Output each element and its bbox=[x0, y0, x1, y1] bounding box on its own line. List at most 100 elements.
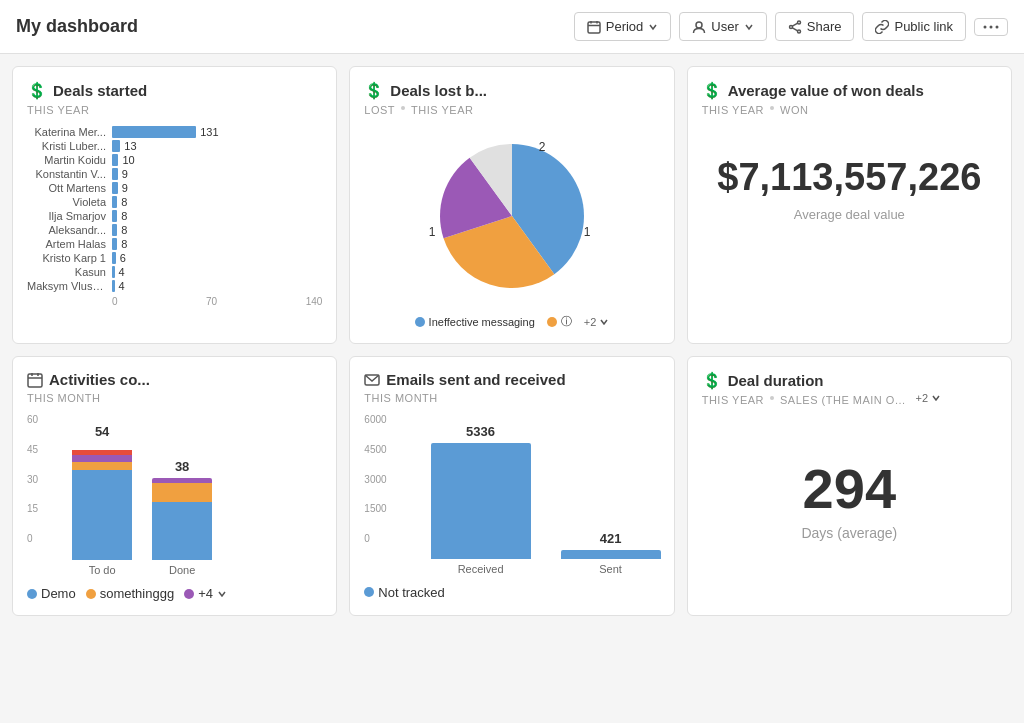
bar-label: Ott Martens bbox=[27, 182, 112, 194]
deal-duration-card: 💲 Deal duration THIS YEAR SALES (THE MAI… bbox=[687, 356, 1012, 616]
y-axis-label: 30 bbox=[27, 474, 38, 485]
bar bbox=[112, 168, 118, 180]
svg-point-12 bbox=[996, 25, 999, 28]
bar-value: 131 bbox=[200, 126, 218, 138]
bar-label: Ilja Smarjov bbox=[27, 210, 112, 222]
bar-row: Konstantin V...9 bbox=[27, 168, 322, 180]
svg-line-8 bbox=[792, 23, 797, 26]
bar-row: Ott Martens9 bbox=[27, 182, 322, 194]
stacked-bar bbox=[72, 443, 132, 560]
email-bar-value: 421 bbox=[600, 531, 622, 546]
y-axis-label: 0 bbox=[364, 533, 386, 544]
more-legend-button[interactable]: +2 bbox=[584, 314, 610, 329]
bar-value: 8 bbox=[121, 210, 127, 222]
bar-container: 10 bbox=[112, 154, 322, 166]
subtitle-dot3 bbox=[770, 396, 774, 400]
average-value-card: 💲 Average value of won deals THIS YEAR W… bbox=[687, 66, 1012, 344]
svg-point-6 bbox=[797, 30, 800, 33]
calendar-icon bbox=[587, 20, 601, 34]
legend-dot bbox=[86, 589, 96, 599]
bar-label: Maksym Vlushkin bbox=[27, 280, 112, 292]
stacked-bar-group: 38 Done bbox=[152, 459, 212, 576]
dollar-icon: 💲 bbox=[27, 81, 47, 100]
bar-value: 4 bbox=[119, 280, 125, 292]
public-link-label: Public link bbox=[894, 19, 953, 34]
y-axis-label: 15 bbox=[27, 503, 38, 514]
average-value-title: 💲 Average value of won deals bbox=[702, 81, 997, 100]
period-button[interactable]: Period bbox=[574, 12, 672, 41]
stacked-label: Done bbox=[169, 564, 195, 576]
deal-duration-more-button[interactable]: +2 bbox=[916, 392, 942, 404]
activities-title: Activities co... bbox=[27, 371, 322, 388]
bar-container: 4 bbox=[112, 266, 322, 278]
legend-dot-orange bbox=[547, 317, 557, 327]
legend-item: Demo bbox=[27, 586, 76, 601]
email-bar-group: 5336 Received bbox=[431, 424, 531, 575]
share-button[interactable]: Share bbox=[775, 12, 855, 41]
legend-label-orange: ⓘ bbox=[561, 314, 572, 329]
legend-label: Demo bbox=[41, 586, 76, 601]
stacked-bar bbox=[152, 478, 212, 560]
legend-label: Not tracked bbox=[378, 585, 444, 600]
svg-line-9 bbox=[792, 27, 797, 30]
activities-bars: 54To do38Done bbox=[42, 424, 212, 576]
pie-label: 1 bbox=[429, 225, 436, 239]
period-label: Period bbox=[606, 19, 644, 34]
bar bbox=[112, 154, 118, 166]
bar bbox=[112, 280, 115, 292]
legend-dot bbox=[27, 589, 37, 599]
bar-row: Kristo Karp 16 bbox=[27, 252, 322, 264]
link-icon bbox=[875, 20, 889, 34]
dashboard-grid: 💲 Deals started THIS YEAR Katerina Mer..… bbox=[0, 54, 1024, 628]
legend-dot-blue bbox=[415, 317, 425, 327]
bar-value: 8 bbox=[121, 196, 127, 208]
legend-item[interactable]: +4 bbox=[184, 586, 227, 601]
bar-container: 131 bbox=[112, 126, 322, 138]
bar-value: 8 bbox=[121, 224, 127, 236]
subtitle-dot2 bbox=[770, 106, 774, 110]
bar-label: Katerina Mer... bbox=[27, 126, 112, 138]
user-button[interactable]: User bbox=[679, 12, 766, 41]
header-actions: Period User Share bbox=[574, 12, 1008, 41]
bar-container: 8 bbox=[112, 196, 322, 208]
bar-container: 9 bbox=[112, 168, 322, 180]
bar-value: 4 bbox=[119, 266, 125, 278]
dollar-icon3: 💲 bbox=[702, 81, 722, 100]
bar-row: Maksym Vlushkin 4 bbox=[27, 280, 322, 292]
legend-label: +4 bbox=[198, 586, 213, 601]
stacked-segment bbox=[72, 455, 132, 462]
bar-container: 13 bbox=[112, 140, 322, 152]
deals-lost-subtitle-row: LOST THIS YEAR bbox=[364, 100, 659, 116]
bar bbox=[112, 238, 117, 250]
public-link-button[interactable]: Public link bbox=[862, 12, 966, 41]
email-bar-label: Received bbox=[458, 563, 504, 575]
bar-container: 6 bbox=[112, 252, 322, 264]
stacked-segment bbox=[152, 483, 212, 502]
bar-label: Violeta bbox=[27, 196, 112, 208]
svg-point-4 bbox=[696, 22, 702, 28]
emails-chart: 01500300045006000 5336 Received 421Sent bbox=[364, 414, 659, 575]
bar-row: Aleksandr... 8 bbox=[27, 224, 322, 236]
bar-label: Kristi Luber... bbox=[27, 140, 112, 152]
more-options-button[interactable] bbox=[974, 18, 1008, 36]
deal-duration-label: Days (average) bbox=[702, 525, 997, 541]
legend-item: somethinggg bbox=[86, 586, 174, 601]
legend-item-blue: Ineffective messaging bbox=[415, 314, 535, 329]
y-axis-label: 0 bbox=[27, 533, 38, 544]
dollar-icon2: 💲 bbox=[364, 81, 384, 100]
email-bar-group: 421Sent bbox=[561, 531, 661, 575]
average-deal-value: $7,113,557,226 bbox=[702, 156, 997, 199]
bar bbox=[112, 126, 196, 138]
stacked-value: 38 bbox=[175, 459, 189, 474]
email-bar-value: 5336 bbox=[466, 424, 495, 439]
pie-chart: 211 bbox=[422, 126, 602, 306]
svg-point-7 bbox=[789, 25, 792, 28]
bar bbox=[112, 252, 116, 264]
svg-point-11 bbox=[990, 25, 993, 28]
bar-value: 10 bbox=[122, 154, 134, 166]
chevron-down-icon3 bbox=[599, 317, 609, 327]
bar bbox=[112, 210, 117, 222]
emails-y-axis: 01500300045006000 bbox=[364, 414, 390, 544]
bar-label: Aleksandr... bbox=[27, 224, 112, 236]
pie-label: 1 bbox=[584, 225, 591, 239]
